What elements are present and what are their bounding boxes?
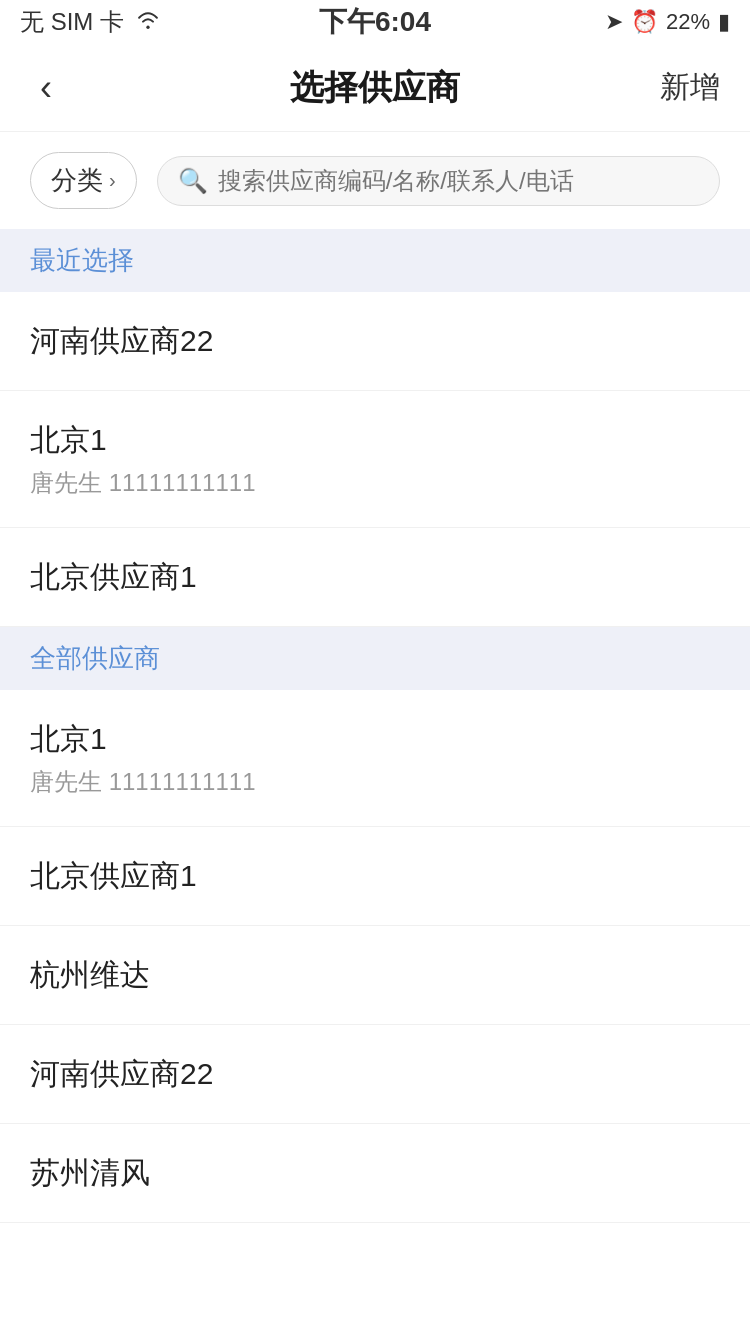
item-name: 北京1	[30, 419, 720, 461]
item-contact: 唐先生 11111111111	[30, 766, 720, 798]
recent-list-item[interactable]: 北京1 唐先生 11111111111	[0, 391, 750, 528]
status-bar: 无 SIM 卡 下午6:04 ➤ ⏰ 22% ▮	[0, 0, 750, 44]
item-name: 北京供应商1	[30, 556, 720, 598]
add-button[interactable]: 新增	[660, 67, 720, 108]
category-filter-button[interactable]: 分类 ›	[30, 152, 137, 209]
recent-list-item[interactable]: 北京供应商1	[0, 528, 750, 627]
all-list-item[interactable]: 苏州清风	[0, 1124, 750, 1223]
battery-icon: ▮	[718, 9, 730, 35]
item-contact: 唐先生 11111111111	[30, 467, 720, 499]
all-section-header: 全部供应商	[0, 627, 750, 690]
alarm-icon: ⏰	[631, 9, 658, 35]
recent-section-header: 最近选择	[0, 229, 750, 292]
all-list-item[interactable]: 杭州维达	[0, 926, 750, 1025]
search-input[interactable]	[218, 167, 699, 195]
item-name: 杭州维达	[30, 954, 720, 996]
item-name: 北京供应商1	[30, 855, 720, 897]
recent-list: 河南供应商22 北京1 唐先生 11111111111 北京供应商1	[0, 292, 750, 627]
item-name: 苏州清风	[30, 1152, 720, 1194]
search-icon: 🔍	[178, 167, 208, 195]
carrier-text: 无 SIM 卡	[20, 6, 124, 38]
battery-text: 22%	[666, 9, 710, 35]
item-name: 北京1	[30, 718, 720, 760]
all-list-item[interactable]: 北京供应商1	[0, 827, 750, 926]
item-name: 河南供应商22	[30, 1053, 720, 1095]
filter-row: 分类 › 🔍	[0, 132, 750, 229]
all-list: 北京1 唐先生 11111111111 北京供应商1 杭州维达河南供应商22 苏州清风	[0, 690, 750, 1223]
nav-bar: ‹ 选择供应商 新增	[0, 44, 750, 132]
location-icon: ➤	[605, 9, 623, 35]
recent-section-label: 最近选择	[30, 245, 134, 275]
back-button[interactable]: ‹	[30, 57, 62, 119]
status-right: ➤ ⏰ 22% ▮	[605, 9, 730, 35]
item-name: 河南供应商22	[30, 320, 720, 362]
chevron-right-icon: ›	[109, 169, 116, 192]
search-box[interactable]: 🔍	[157, 156, 720, 206]
page-title: 选择供应商	[290, 65, 460, 111]
category-label: 分类	[51, 163, 103, 198]
all-list-item[interactable]: 河南供应商22	[0, 1025, 750, 1124]
status-time: 下午6:04	[319, 3, 431, 41]
wifi-icon	[134, 8, 162, 36]
all-list-item[interactable]: 北京1 唐先生 11111111111	[0, 690, 750, 827]
status-left: 无 SIM 卡	[20, 6, 162, 38]
recent-list-item[interactable]: 河南供应商22	[0, 292, 750, 391]
